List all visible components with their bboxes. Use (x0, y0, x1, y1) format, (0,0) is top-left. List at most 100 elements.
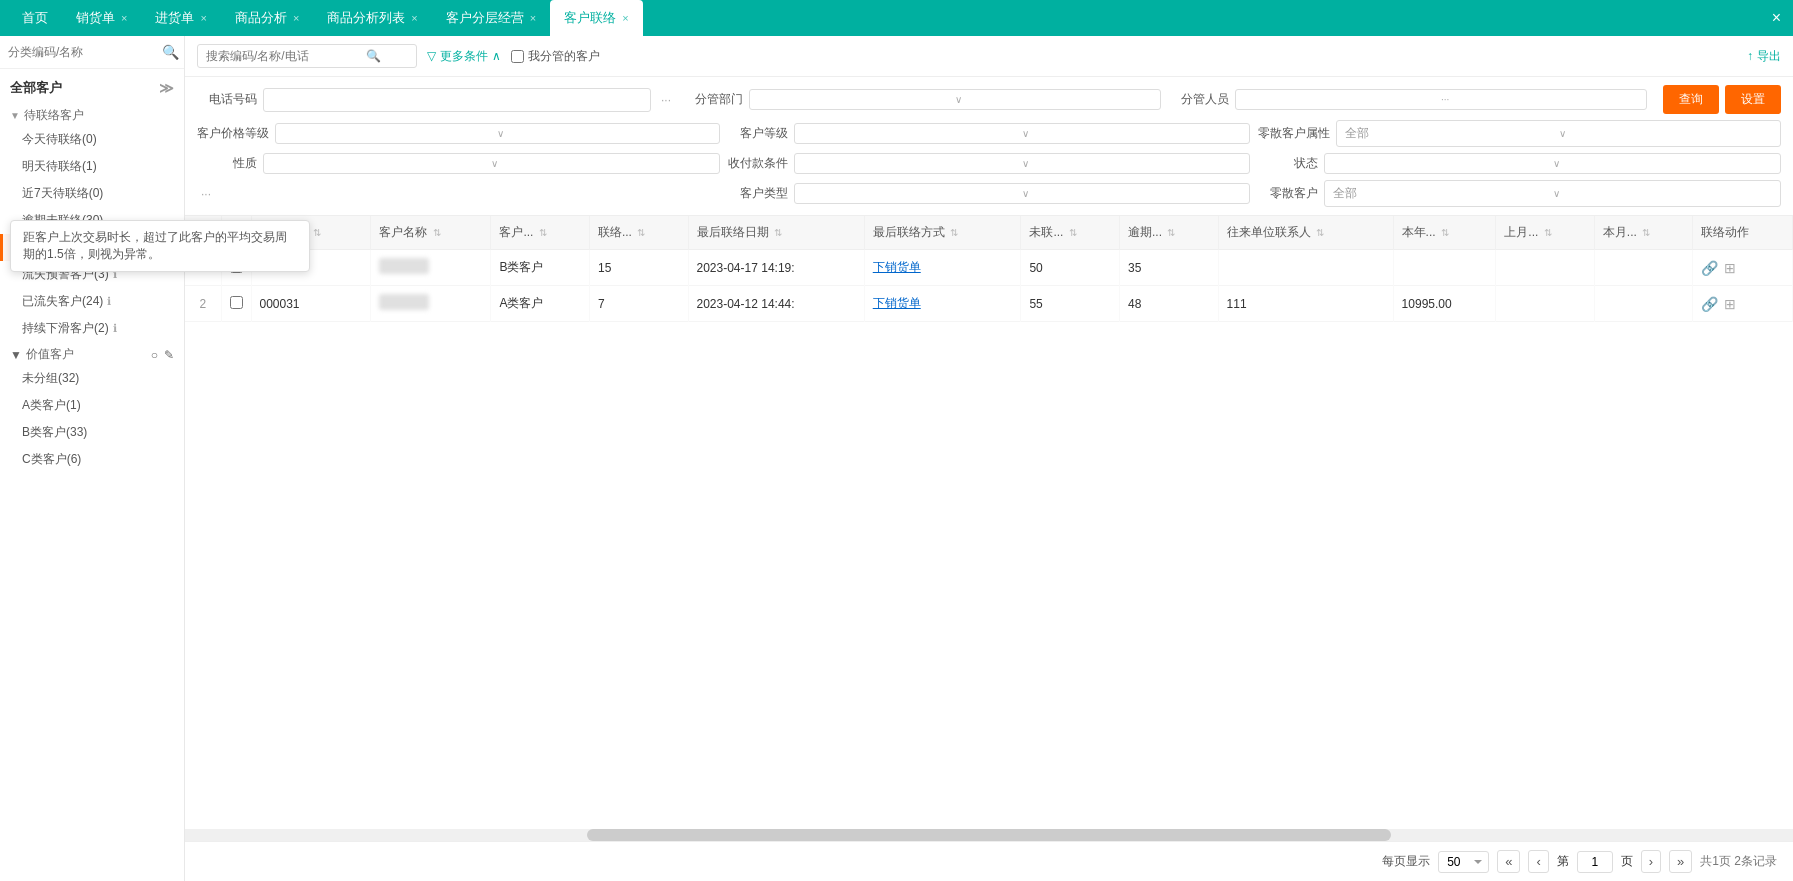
customer-level-select[interactable]: ∨ (794, 123, 1251, 144)
query-button[interactable]: 查询 (1663, 85, 1719, 114)
window-close-button[interactable]: × (1772, 9, 1781, 27)
col-name[interactable]: 客户名称 ⇅ (371, 216, 491, 250)
row2-overdue: 48 (1119, 286, 1218, 322)
settings-button[interactable]: 设置 (1725, 85, 1781, 114)
sidebar-item-declining[interactable]: 持续下滑客户(2) ℹ (0, 315, 184, 342)
row2-this-month (1594, 286, 1693, 322)
price-level-select[interactable]: ∨ (275, 123, 720, 144)
my-customers-checkbox[interactable] (511, 50, 524, 63)
close-tab-purchase[interactable]: × (200, 12, 206, 24)
phone-dots[interactable]: ··· (657, 93, 675, 107)
toolbar-right-area: ↑ 导出 (1747, 48, 1781, 65)
row2-method-link[interactable]: 下销货单 (873, 296, 921, 310)
tab-product-analysis-list[interactable]: 商品分析列表 × (313, 0, 431, 36)
retail-attr-select[interactable]: 全部 ∨ (1336, 120, 1781, 147)
col-last-date[interactable]: 最后联络日期 ⇅ (688, 216, 864, 250)
sidebar-item-class-a[interactable]: A类客户(1) (0, 392, 184, 419)
export-button[interactable]: ↑ 导出 (1747, 48, 1781, 65)
customer-type-select[interactable]: ∨ (794, 183, 1251, 204)
close-tab-customer-contact[interactable]: × (622, 12, 628, 24)
col-unit-contact[interactable]: 往来单位联系人 ⇅ (1218, 216, 1393, 250)
sidebar-section-pending[interactable]: ▼ 待联络客户 (0, 103, 184, 126)
row1-name (371, 250, 491, 286)
sidebar: 🔍 全部客户 ≫ ▼ 待联络客户 今天待联络(0) 明天待联络(1) 近7天待联… (0, 36, 185, 881)
sidebar-item-today[interactable]: 今天待联络(0) (0, 126, 184, 153)
edit-icon[interactable]: ✎ (164, 348, 174, 362)
close-tab-product-analysis-list[interactable]: × (411, 12, 417, 24)
close-tab-product-analysis[interactable]: × (293, 12, 299, 24)
retail-select[interactable]: 全部 ∨ (1324, 180, 1781, 207)
row1-grid-icon[interactable]: ⊞ (1724, 260, 1736, 276)
filter-status: 状态 ∨ (1258, 153, 1781, 174)
tooltip-repurchase: 距客户上次交易时长，超过了此客户的平均交易周期的1.5倍，则视为异常。 (10, 220, 184, 272)
col-contact-count[interactable]: 联络... ⇅ (589, 216, 688, 250)
page-size-select[interactable]: 50 20 100 200 (1438, 851, 1489, 873)
scrollbar-thumb[interactable] (587, 829, 1391, 841)
filter-row-3: 性质 ∨ 收付款条件 ∨ 状态 (197, 153, 1781, 174)
row1-link-icon[interactable]: 🔗 (1701, 260, 1718, 276)
filter-dept: 分管部门 ∨ (683, 89, 1161, 110)
sidebar-search-input[interactable] (8, 45, 158, 59)
prev-page-button[interactable]: ‹ (1528, 850, 1548, 873)
col-this-year[interactable]: 本年... ⇅ (1393, 216, 1496, 250)
row1-unit-contact (1218, 250, 1393, 286)
top-navigation: 首页 销货单 × 进货单 × 商品分析 × 商品分析列表 × 客户分层经营 × … (0, 0, 1793, 36)
sidebar-item-lost[interactable]: 已流失客户(24) ℹ (0, 288, 184, 315)
circle-icon[interactable]: ○ (151, 348, 158, 362)
table-row: 1 000039 B类客户 15 2023-04-17 14:19: 下销货单 … (185, 250, 1793, 286)
search-input[interactable] (206, 49, 366, 63)
gender-select[interactable]: ∨ (263, 153, 720, 174)
sidebar-item-class-b[interactable]: B类客户(33) (0, 419, 184, 446)
sidebar-item-ungroup[interactable]: 未分组(32) (0, 365, 184, 392)
payment-select[interactable]: ∨ (794, 153, 1251, 174)
tab-purchase[interactable]: 进货单 × (141, 0, 220, 36)
row4-dots[interactable]: ··· (197, 187, 215, 201)
row2-type: A类客户 (491, 286, 590, 322)
customer-table: ⚙ 客户编码 ⇅ 客户名称 ⇅ (185, 216, 1793, 322)
next-page-button[interactable]: › (1641, 850, 1661, 873)
filter-customer-type: 客户类型 ∨ (728, 183, 1251, 204)
sort-icon-unlinked: ⇅ (1069, 227, 1077, 238)
chevron-down-icon5: ∨ (1559, 128, 1772, 139)
sort-icon-overdue: ⇅ (1167, 227, 1175, 238)
tab-product-analysis[interactable]: 商品分析 × (221, 0, 313, 36)
sort-icon-type: ⇅ (539, 227, 547, 238)
tab-customer-tier[interactable]: 客户分层经营 × (432, 0, 550, 36)
row1-contact-count: 15 (589, 250, 688, 286)
tab-customer-contact[interactable]: 客户联络 × (550, 0, 642, 36)
row2-actions: 🔗 ⊞ (1693, 286, 1793, 322)
close-tab-customer-tier[interactable]: × (530, 12, 536, 24)
row2-name (371, 286, 491, 322)
col-unlinked[interactable]: 未联... ⇅ (1021, 216, 1120, 250)
col-last-method[interactable]: 最后联络方式 ⇅ (864, 216, 1021, 250)
sidebar-item-tomorrow[interactable]: 明天待联络(1) (0, 153, 184, 180)
tab-sales[interactable]: 销货单 × (62, 0, 141, 36)
status-select[interactable]: ∨ (1324, 153, 1781, 174)
toolbar: 🔍 ▽ 更多条件 ∧ 我分管的客户 ↑ 导出 (185, 36, 1793, 77)
tab-home[interactable]: 首页 (8, 0, 62, 36)
phone-input[interactable] (263, 88, 651, 112)
sort-icon-name: ⇅ (433, 227, 441, 238)
col-this-month[interactable]: 本月... ⇅ (1594, 216, 1693, 250)
horizontal-scrollbar[interactable] (185, 829, 1793, 841)
dept-select[interactable]: ∨ (749, 89, 1161, 110)
col-last-month[interactable]: 上月... ⇅ (1496, 216, 1595, 250)
col-overdue[interactable]: 逾期... ⇅ (1119, 216, 1218, 250)
sidebar-collapse-button[interactable]: ≫ (159, 80, 174, 96)
page-number-input[interactable] (1577, 851, 1613, 873)
person-select[interactable]: ··· (1235, 89, 1647, 110)
filter-phone: 电话号码 ··· (197, 88, 675, 112)
row2-grid-icon[interactable]: ⊞ (1724, 296, 1736, 312)
first-page-button[interactable]: « (1497, 850, 1520, 873)
row2-select-checkbox[interactable] (230, 296, 243, 309)
more-conditions-button[interactable]: ▽ 更多条件 ∧ (427, 48, 501, 65)
last-page-button[interactable]: » (1669, 850, 1692, 873)
row1-method-link[interactable]: 下销货单 (873, 260, 921, 274)
sidebar-item-class-c[interactable]: C类客户(6) (0, 446, 184, 473)
row2-link-icon[interactable]: 🔗 (1701, 296, 1718, 312)
sidebar-item-7days[interactable]: 近7天待联络(0) (0, 180, 184, 207)
filter-customer-level: 客户等级 ∨ (728, 123, 1251, 144)
filter-area: 电话号码 ··· 分管部门 ∨ 分管人员 ··· (185, 77, 1793, 216)
col-customer-type[interactable]: 客户... ⇅ (491, 216, 590, 250)
close-tab-sales[interactable]: × (121, 12, 127, 24)
